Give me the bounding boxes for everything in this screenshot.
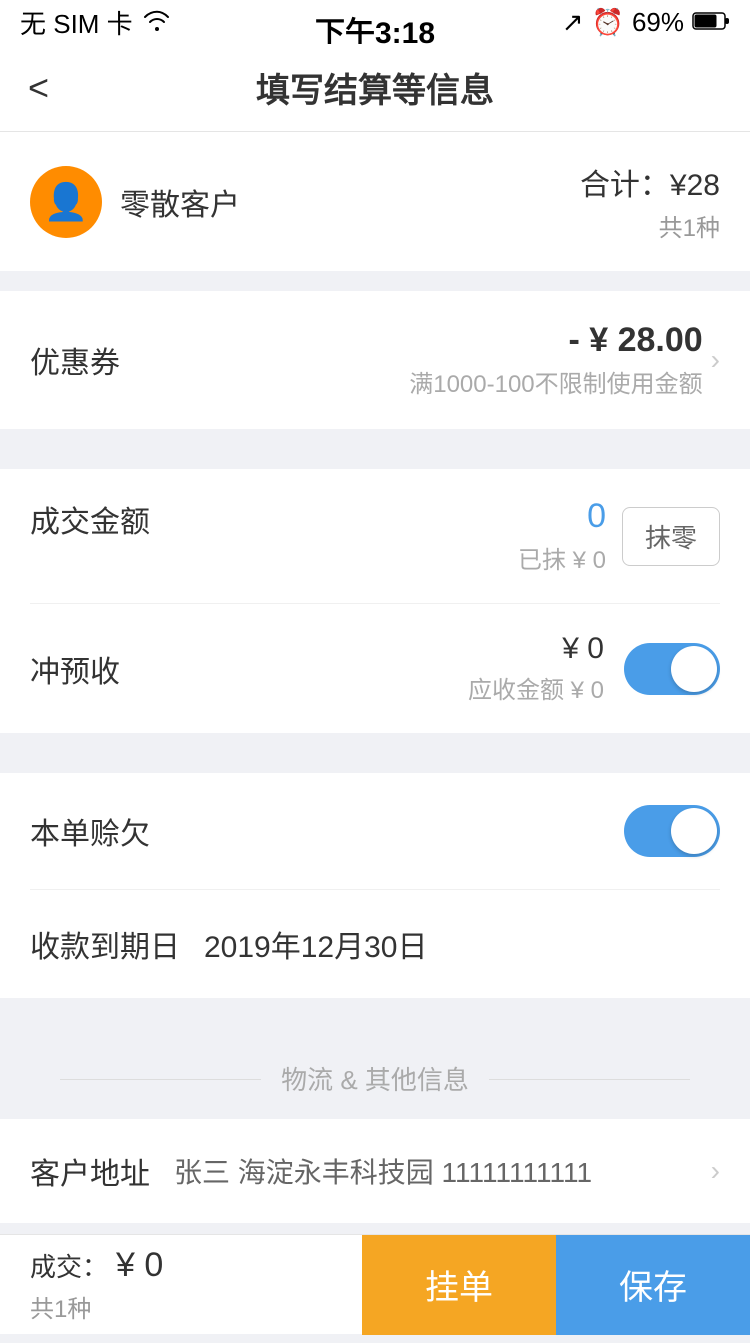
debt-row: 本单赊欠 bbox=[0, 773, 750, 889]
section-divider-3 bbox=[0, 1018, 750, 1038]
address-value: 张三 海淀永丰科技园 11111111111 bbox=[174, 1151, 592, 1191]
back-button[interactable]: < bbox=[28, 67, 49, 109]
amount-label: 成交金额 bbox=[30, 497, 150, 541]
deal-label: 成交： bbox=[30, 1247, 108, 1284]
prereceive-amounts: ¥ 0 应收金额 ¥ 0 bbox=[468, 632, 604, 705]
bottom-deal: 成交： ¥ 0 bbox=[30, 1246, 362, 1285]
debt-label: 本单赊欠 bbox=[30, 809, 150, 853]
due-date-row[interactable]: 收款到期日 2019年12月30日 bbox=[0, 890, 750, 998]
round-zero-button[interactable]: 抹零 bbox=[622, 507, 720, 566]
save-button-label: 保存 bbox=[619, 1260, 687, 1309]
due-date-value: 2019年12月30日 bbox=[204, 922, 427, 966]
customer-name: 零散客户 bbox=[120, 180, 240, 224]
battery-icon bbox=[692, 7, 730, 38]
section-divider-1 bbox=[0, 449, 750, 469]
address-label: 客户地址 bbox=[30, 1149, 150, 1193]
amount-row: 成交金额 0 已抹 ¥ 0 抹零 bbox=[0, 469, 750, 603]
debt-toggle[interactable] bbox=[624, 805, 720, 857]
customer-count: 共1种 bbox=[580, 208, 720, 243]
bottom-summary: 成交： ¥ 0 共1种 bbox=[0, 1246, 362, 1324]
customer-avatar: 👤 bbox=[30, 166, 102, 238]
transaction-section: 成交金额 0 已抹 ¥ 0 抹零 冲预收 ¥ 0 应收金额 ¥ 0 bbox=[0, 469, 750, 733]
debt-toggle-knob bbox=[671, 808, 717, 854]
nav-bar: < 填写结算等信息 bbox=[0, 44, 750, 132]
logistics-label-wrap: 物流 & 其他信息 bbox=[261, 1060, 489, 1097]
alarm-icon: ⏰ bbox=[592, 7, 624, 38]
status-left: 无 SIM 卡 bbox=[20, 4, 171, 41]
customer-row: 👤 零散客户 合计：¥28 共1种 bbox=[0, 132, 750, 271]
amount-input-wrap: 0 已抹 ¥ 0 bbox=[518, 497, 606, 575]
amount-value[interactable]: 0 bbox=[587, 497, 606, 536]
customer-section: 👤 零散客户 合计：¥28 共1种 bbox=[0, 132, 750, 271]
amount-sub: 已抹 ¥ 0 bbox=[518, 540, 606, 575]
customer-right: 合计：¥28 共1种 bbox=[580, 160, 720, 243]
address-chevron-icon: › bbox=[711, 1155, 720, 1187]
logistics-header: 物流 & 其他信息 bbox=[0, 1038, 750, 1119]
toggle-knob bbox=[671, 646, 717, 692]
avatar-icon: 👤 bbox=[44, 181, 89, 223]
customer-total: 合计：¥28 bbox=[580, 160, 720, 204]
deal-amount: ¥ 0 bbox=[116, 1246, 163, 1285]
status-bar: 无 SIM 卡 下午3:18 ↗ ⏰ 69% bbox=[0, 0, 750, 44]
prereceive-right: ¥ 0 应收金额 ¥ 0 bbox=[468, 632, 720, 705]
coupon-row[interactable]: 优惠券 - ¥ 28.00 满1000-100不限制使用金额 › bbox=[0, 291, 750, 429]
prereceive-row: 冲预收 ¥ 0 应收金额 ¥ 0 bbox=[0, 604, 750, 733]
prereceive-sub: 应收金额 ¥ 0 bbox=[468, 670, 604, 705]
battery-percent: 69% bbox=[632, 7, 684, 38]
save-button[interactable]: 保存 bbox=[556, 1235, 750, 1335]
section-divider-2 bbox=[0, 753, 750, 773]
coupon-label: 优惠券 bbox=[30, 338, 120, 382]
coupon-amount: - ¥ 28.00 bbox=[409, 321, 702, 360]
prereceive-main: ¥ 0 bbox=[468, 632, 604, 666]
address-section[interactable]: 客户地址 张三 海淀永丰科技园 11111111111 › bbox=[0, 1119, 750, 1223]
bottom-bar: 成交： ¥ 0 共1种 挂单 保存 bbox=[0, 1234, 750, 1334]
prereceive-toggle[interactable] bbox=[624, 643, 720, 695]
address-row[interactable]: 客户地址 张三 海淀永丰科技园 11111111111 › bbox=[0, 1119, 750, 1223]
location-icon: ↗ bbox=[562, 7, 584, 38]
coupon-desc: 满1000-100不限制使用金额 bbox=[409, 364, 702, 399]
hold-button[interactable]: 挂单 bbox=[362, 1235, 556, 1335]
prereceive-label: 冲预收 bbox=[30, 647, 120, 691]
nav-title: 填写结算等信息 bbox=[256, 63, 494, 112]
hold-button-label: 挂单 bbox=[425, 1260, 493, 1309]
logistics-header-text: 物流 & 其他信息 bbox=[281, 1065, 469, 1095]
chevron-right-icon: › bbox=[711, 344, 720, 376]
bottom-count: 共1种 bbox=[30, 1289, 362, 1324]
coupon-value-wrapper: - ¥ 28.00 满1000-100不限制使用金额 bbox=[409, 321, 702, 399]
customer-left: 👤 零散客户 bbox=[30, 166, 240, 238]
coupon-section[interactable]: 优惠券 - ¥ 28.00 满1000-100不限制使用金额 › bbox=[0, 291, 750, 429]
wifi-icon bbox=[143, 7, 171, 38]
address-left: 客户地址 张三 海淀永丰科技园 11111111111 bbox=[30, 1149, 592, 1193]
debt-section: 本单赊欠 收款到期日 2019年12月30日 bbox=[0, 773, 750, 998]
status-right: ↗ ⏰ 69% bbox=[562, 7, 730, 38]
carrier-text: 无 SIM 卡 bbox=[20, 4, 133, 41]
due-date-label: 收款到期日 bbox=[30, 922, 180, 966]
amount-right: 0 已抹 ¥ 0 抹零 bbox=[518, 497, 720, 575]
